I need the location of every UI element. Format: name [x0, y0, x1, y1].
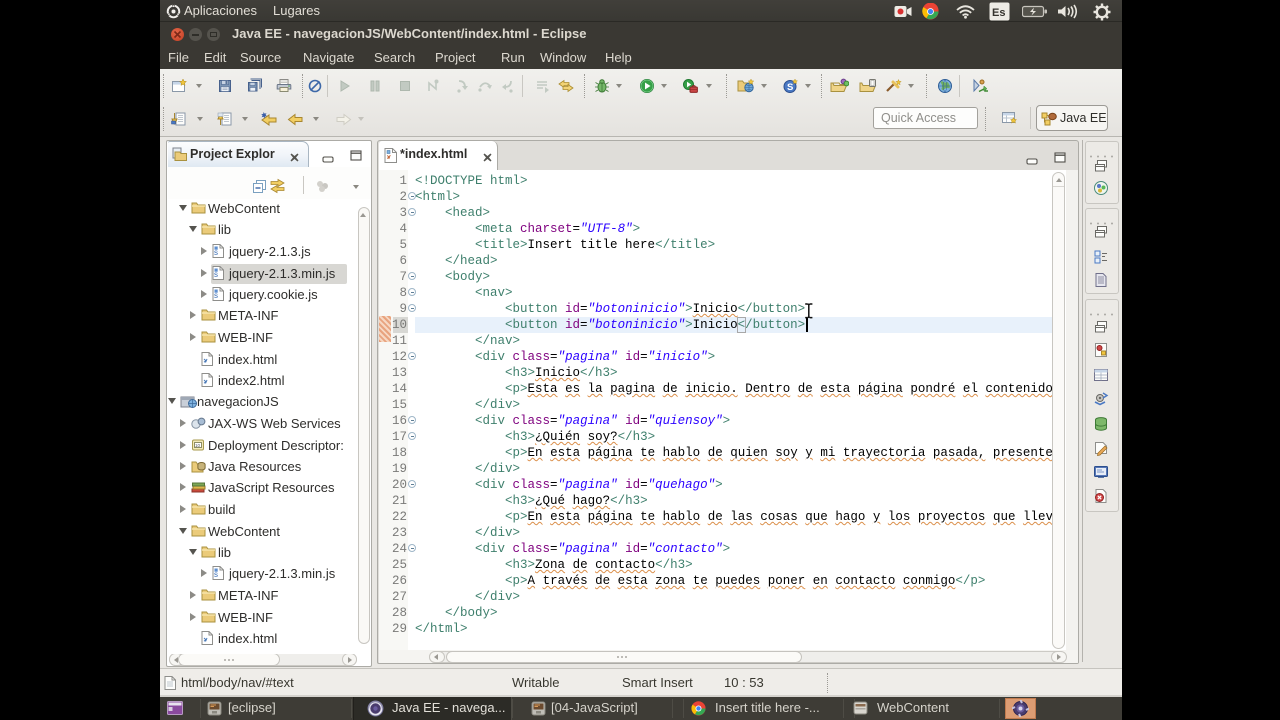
svg-text:Es: Es [992, 7, 1005, 19]
svg-text:10: 10 [195, 443, 201, 448]
svg-text:S: S [787, 82, 793, 93]
